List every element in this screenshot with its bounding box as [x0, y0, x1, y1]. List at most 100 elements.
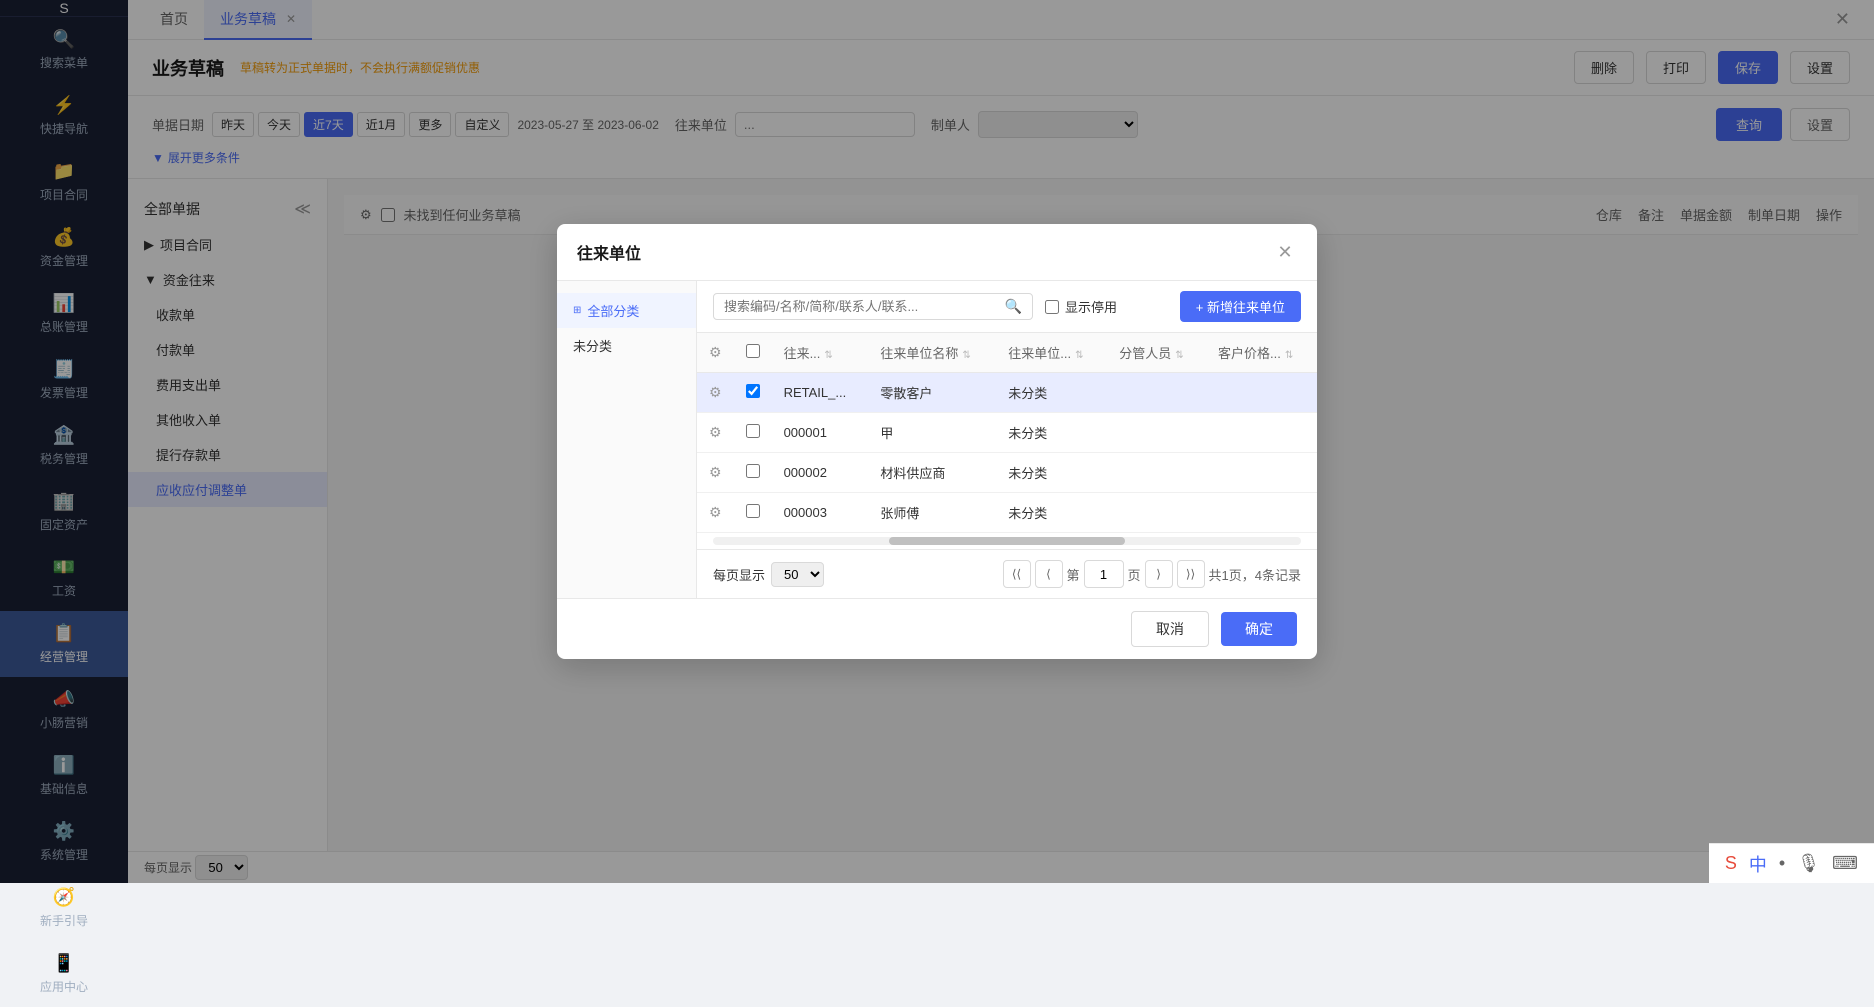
- show-disabled-checkbox[interactable]: [1045, 300, 1059, 314]
- row-check: [734, 413, 772, 453]
- table-row[interactable]: ⚙ 000003 张师傅 未分类: [697, 493, 1317, 533]
- modal-sidebar-uncategorized[interactable]: 未分类: [557, 328, 696, 363]
- counterpart-table: ⚙ 往来...⇅ 往来单位名称⇅ 往来单位...⇅ 分管人员⇅ 客户价格...⇅: [697, 333, 1317, 533]
- taskbar-keyboard-icon[interactable]: ⌨: [1832, 853, 1858, 874]
- confirm-button[interactable]: 确定: [1221, 612, 1297, 646]
- col-header-price: 客户价格...⇅: [1206, 333, 1317, 373]
- page-label-prefix: 第: [1067, 565, 1080, 584]
- row-sales: [1107, 493, 1206, 533]
- add-counterpart-button[interactable]: + 新增往来单位: [1180, 291, 1301, 322]
- grid-icon: ⊞: [573, 305, 581, 316]
- row-category: 未分类: [996, 373, 1107, 413]
- table-header: ⚙ 往来...⇅ 往来单位名称⇅ 往来单位...⇅ 分管人员⇅ 客户价格...⇅: [697, 333, 1317, 373]
- sidebar-uncat-label: 未分类: [573, 336, 612, 355]
- row-settings: ⚙: [697, 413, 734, 453]
- row-category: 未分类: [996, 413, 1107, 453]
- horizontal-scrollbar[interactable]: [713, 537, 1301, 545]
- row-gear-icon[interactable]: ⚙: [709, 424, 722, 440]
- search-icon: 🔍: [1005, 298, 1022, 315]
- prev-page-button[interactable]: ⟨: [1035, 560, 1063, 588]
- row-name: 甲: [868, 413, 996, 453]
- sidebar-item-guide[interactable]: 🧭 新手引导: [0, 875, 128, 941]
- table-row[interactable]: ⚙ RETAIL_... 零散客户 未分类: [697, 373, 1317, 413]
- first-page-button[interactable]: ⟨⟨: [1003, 560, 1031, 588]
- modal-title: 往来单位: [577, 240, 641, 264]
- page-number-input[interactable]: 1: [1084, 560, 1124, 588]
- row-name: 零散客户: [868, 373, 996, 413]
- modal-overlay: 往来单位 ✕ ⊞ 全部分类 未分类 🔍: [0, 0, 1874, 883]
- row-code: 000003: [772, 493, 869, 533]
- sidebar-item-app-center[interactable]: 📱 应用中心: [0, 941, 128, 1007]
- row-category: 未分类: [996, 453, 1107, 493]
- bottom-taskbar: S 中 • 🎙 ⌨: [1709, 843, 1874, 883]
- col-header-code: 往来...⇅: [772, 333, 869, 373]
- row-gear-icon[interactable]: ⚙: [709, 504, 722, 520]
- row-check: [734, 493, 772, 533]
- modal-sidebar: ⊞ 全部分类 未分类: [557, 281, 697, 598]
- modal-toolbar: 🔍 显示停用 + 新增往来单位: [697, 281, 1317, 333]
- row-settings: ⚙: [697, 453, 734, 493]
- row-price: [1206, 453, 1317, 493]
- modal-pagination: 每页显示 50 ⟨⟨ ⟨ 第 1 页 ⟩ ⟩⟩ 共1页，4条记录: [697, 549, 1317, 598]
- search-box: 🔍: [713, 293, 1033, 320]
- modal-header: 往来单位 ✕: [557, 224, 1317, 281]
- show-disabled-toggle: 显示停用: [1045, 297, 1117, 316]
- last-page-button[interactable]: ⟩⟩: [1177, 560, 1205, 588]
- row-checkbox[interactable]: [746, 424, 760, 438]
- col-gear-icon[interactable]: ⚙: [709, 344, 722, 360]
- taskbar-mic-icon[interactable]: 🎙: [1797, 853, 1820, 874]
- row-price: [1206, 493, 1317, 533]
- app-center-icon: 📱: [53, 953, 75, 974]
- table-row[interactable]: ⚙ 000002 材料供应商 未分类: [697, 453, 1317, 493]
- row-settings: ⚙: [697, 493, 734, 533]
- modal-sidebar-all[interactable]: ⊞ 全部分类: [557, 293, 696, 328]
- col-header-category: 往来单位...⇅: [996, 333, 1107, 373]
- modal-body: ⊞ 全部分类 未分类 🔍 显示停用: [557, 281, 1317, 598]
- row-checkbox[interactable]: [746, 384, 760, 398]
- show-disabled-label: 显示停用: [1065, 297, 1117, 316]
- row-gear-icon[interactable]: ⚙: [709, 464, 722, 480]
- row-checkbox[interactable]: [746, 504, 760, 518]
- cancel-button[interactable]: 取消: [1131, 611, 1209, 647]
- next-page-button[interactable]: ⟩: [1145, 560, 1173, 588]
- row-price: [1206, 373, 1317, 413]
- row-sales: [1107, 413, 1206, 453]
- row-code: RETAIL_...: [772, 373, 869, 413]
- row-category: 未分类: [996, 493, 1107, 533]
- row-sales: [1107, 373, 1206, 413]
- col-header-sales: 分管人员⇅: [1107, 333, 1206, 373]
- modal-footer: 取消 确定: [557, 598, 1317, 659]
- col-header-settings: ⚙: [697, 333, 734, 373]
- page-select: 每页显示 50: [713, 562, 824, 587]
- modal-page-size-select[interactable]: 50: [771, 562, 824, 587]
- row-check: [734, 373, 772, 413]
- sidebar-item-label: 应用中心: [40, 978, 88, 995]
- taskbar-chinese-icon: 中: [1749, 851, 1767, 877]
- scrollbar-thumb: [889, 537, 1124, 545]
- row-check: [734, 453, 772, 493]
- select-all-table-checkbox[interactable]: [746, 344, 760, 358]
- col-header-name: 往来单位名称⇅: [868, 333, 996, 373]
- modal-content: 🔍 显示停用 + 新增往来单位 ⚙: [697, 281, 1317, 598]
- row-code: 000001: [772, 413, 869, 453]
- col-header-check: [734, 333, 772, 373]
- sidebar-item-label: 新手引导: [40, 912, 88, 929]
- row-checkbox[interactable]: [746, 464, 760, 478]
- sidebar-all-label: 全部分类: [587, 301, 639, 320]
- total-info: 共1页，4条记录: [1209, 565, 1301, 584]
- taskbar-dot-icon: •: [1779, 853, 1785, 874]
- row-gear-icon[interactable]: ⚙: [709, 384, 722, 400]
- page-nav: ⟨⟨ ⟨ 第 1 页 ⟩ ⟩⟩ 共1页，4条记录: [1003, 560, 1302, 588]
- taskbar-s-icon[interactable]: S: [1725, 853, 1737, 874]
- row-code: 000002: [772, 453, 869, 493]
- modal-table: ⚙ 往来...⇅ 往来单位名称⇅ 往来单位...⇅ 分管人员⇅ 客户价格...⇅: [697, 333, 1317, 533]
- row-settings: ⚙: [697, 373, 734, 413]
- row-price: [1206, 413, 1317, 453]
- search-input[interactable]: [724, 299, 999, 314]
- row-sales: [1107, 453, 1206, 493]
- modal-close-icon[interactable]: ✕: [1273, 240, 1297, 264]
- guide-icon: 🧭: [53, 887, 75, 908]
- row-name: 材料供应商: [868, 453, 996, 493]
- table-row[interactable]: ⚙ 000001 甲 未分类: [697, 413, 1317, 453]
- table-body: ⚙ RETAIL_... 零散客户 未分类 ⚙: [697, 373, 1317, 533]
